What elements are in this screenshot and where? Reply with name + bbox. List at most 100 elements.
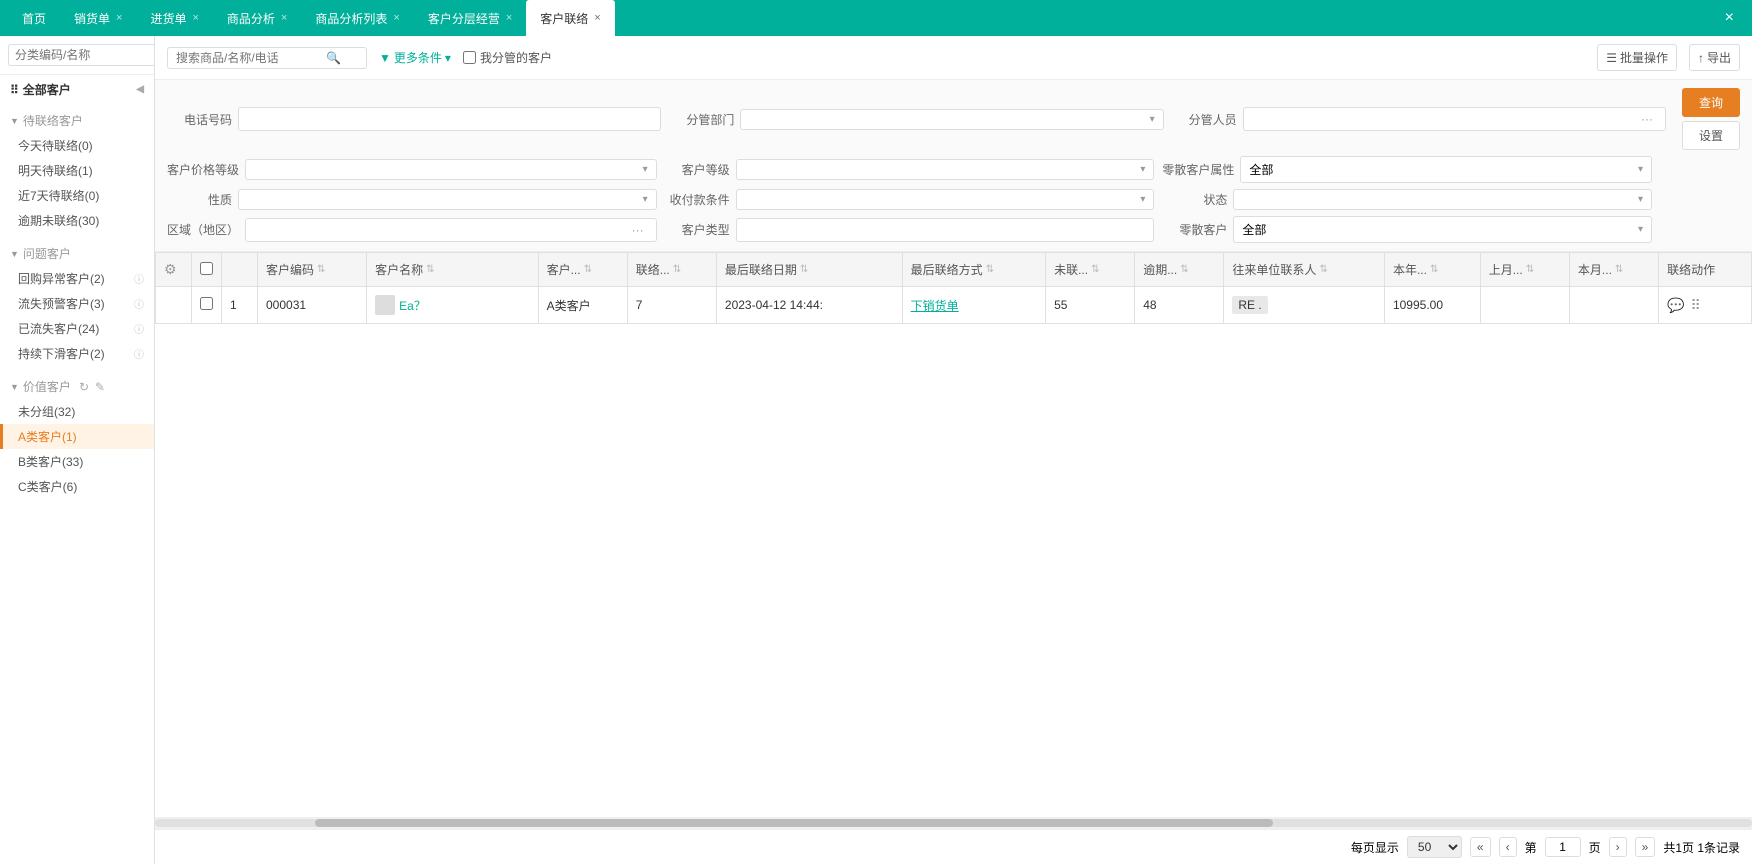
cell-checkbox	[192, 287, 222, 324]
customer-type-input[interactable]	[736, 218, 1155, 242]
nav-sales[interactable]: 销货单 ×	[60, 0, 136, 36]
nav-customer-tier[interactable]: 客户分层经营 ×	[414, 0, 526, 36]
sidebar-search-input[interactable]	[8, 44, 155, 66]
status-select[interactable]: ▾	[1233, 189, 1652, 210]
window-close-button[interactable]: ×	[1715, 9, 1744, 27]
sidebar-item-7days[interactable]: 近7天待联络(0)	[0, 183, 154, 208]
nav-customer-contact[interactable]: 客户联络 ×	[526, 0, 614, 36]
query-button[interactable]: 查询	[1682, 88, 1740, 117]
my-customers-check[interactable]	[463, 51, 476, 64]
filter-group-retail-customer: 零散客户 全部 ▾	[1162, 216, 1652, 243]
price-grade-select[interactable]: ▾	[245, 159, 657, 180]
next-page-btn[interactable]: ›	[1609, 837, 1627, 857]
last-page-btn[interactable]: »	[1635, 837, 1656, 857]
data-table-container: ⚙ 客户编码 ⇅	[155, 252, 1752, 817]
customer-name-text[interactable]: Ea？	[399, 297, 426, 314]
gear-icon[interactable]: ⚙	[164, 261, 177, 277]
person-select[interactable]: ···	[1243, 107, 1666, 131]
page-suffix: 页	[1589, 839, 1601, 856]
close-purchase-tab[interactable]: ×	[192, 12, 198, 24]
settings-button[interactable]: 设置	[1682, 121, 1740, 150]
retail-customer-select[interactable]: 全部 ▾	[1233, 216, 1652, 243]
export-button[interactable]: ↑ 导出	[1689, 44, 1740, 71]
col-code[interactable]: 客户编码 ⇅	[258, 253, 367, 287]
sidebar-group-pending-title[interactable]: ▼ 待联络客户	[0, 108, 154, 133]
col-no-contact[interactable]: 未联... ⇅	[1046, 253, 1135, 287]
first-page-btn[interactable]: «	[1470, 837, 1491, 857]
col-overdue[interactable]: 逾期... ⇅	[1135, 253, 1224, 287]
dots-icon-region[interactable]: ···	[628, 223, 648, 237]
triangle-icon-3: ▼	[10, 382, 19, 392]
main-search-icon[interactable]: 🔍	[326, 51, 341, 65]
my-customers-checkbox[interactable]: 我分管的客户	[463, 49, 552, 66]
nature-select[interactable]: ▾	[238, 189, 657, 210]
col-name[interactable]: 客户名称 ⇅	[367, 253, 538, 287]
col-unit-contact[interactable]: 往来单位联系人 ⇅	[1224, 253, 1385, 287]
nav-product-analysis[interactable]: 商品分析 ×	[213, 0, 301, 36]
chat-icon[interactable]: 💬	[1667, 297, 1684, 314]
sidebar-item-c-class[interactable]: C类客户(6)	[0, 474, 154, 499]
dept-select[interactable]: ▾	[740, 109, 1163, 130]
close-product-list-tab[interactable]: ×	[393, 12, 399, 24]
cell-seq: 1	[222, 287, 258, 324]
col-last-method[interactable]: 最后联络方式 ⇅	[902, 253, 1045, 287]
close-product-analysis-tab[interactable]: ×	[281, 12, 287, 24]
filter-group-region: 区域（地区） ···	[167, 218, 657, 242]
chevron-nature: ▾	[643, 194, 648, 205]
col-contact[interactable]: 联络... ⇅	[627, 253, 716, 287]
customer-grade-select[interactable]: ▾	[736, 159, 1155, 180]
col-this-year[interactable]: 本年... ⇅	[1384, 253, 1480, 287]
sidebar-item-repurchase-abnormal[interactable]: 回购异常客户(2) ⓘ	[0, 266, 154, 291]
sidebar-item-churned[interactable]: 已流失客户(24) ⓘ	[0, 316, 154, 341]
nav-purchase[interactable]: 进货单 ×	[136, 0, 212, 36]
nav-home[interactable]: 首页	[8, 0, 60, 36]
last-method-link[interactable]: 下销货单	[911, 299, 959, 313]
close-customer-contact-tab[interactable]: ×	[594, 12, 600, 24]
row-checkbox[interactable]	[200, 297, 213, 310]
sidebar-item-declining[interactable]: 持续下滑客户(2) ⓘ	[0, 341, 154, 366]
more-conditions-btn[interactable]: ▼ 更多条件 ▾	[379, 49, 451, 66]
main-search-input[interactable]	[176, 51, 326, 65]
close-customer-tier-tab[interactable]: ×	[506, 12, 512, 24]
sidebar-item-overdue[interactable]: 逾期未联络(30)	[0, 208, 154, 233]
chevron-retail-customer: ▾	[1638, 224, 1643, 235]
select-all-checkbox[interactable]	[200, 262, 213, 275]
sidebar-collapse-icon[interactable]: ◀	[136, 84, 144, 95]
edit-icon[interactable]: ✎	[95, 380, 105, 394]
page-number-input[interactable]	[1545, 837, 1581, 857]
total-records: 共1页 1条记录	[1663, 839, 1740, 856]
sidebar-all-customers[interactable]: ⠿ 全部客户 ◀	[0, 75, 154, 104]
prev-page-btn[interactable]: ‹	[1499, 837, 1517, 857]
col-last-date[interactable]: 最后联络日期 ⇅	[716, 253, 902, 287]
cell-this-year: 10995.00	[1384, 287, 1480, 324]
sidebar-item-churn-warning[interactable]: 流失预警客户(3) ⓘ	[0, 291, 154, 316]
sidebar-item-unclassified[interactable]: 未分组(32)	[0, 399, 154, 424]
info-icon-2: ⓘ	[134, 296, 144, 311]
batch-op-button[interactable]: ☰ 批量操作	[1597, 44, 1677, 71]
col-last-month[interactable]: 上月... ⇅	[1480, 253, 1569, 287]
sidebar-item-tomorrow[interactable]: 明天待联络(1)	[0, 158, 154, 183]
nav-product-list[interactable]: 商品分析列表 ×	[301, 0, 413, 36]
sidebar-group-problem-title[interactable]: ▼ 问题客户	[0, 241, 154, 266]
page-size-select[interactable]: 50 100 200	[1407, 836, 1462, 858]
triangle-icon: ▼	[10, 116, 19, 126]
phone-input[interactable]	[238, 107, 661, 131]
cell-overdue: 48	[1135, 287, 1224, 324]
more-icon[interactable]: ⠿	[1691, 297, 1701, 314]
region-select[interactable]: ···	[245, 218, 657, 242]
chevron-status: ▾	[1638, 194, 1643, 205]
dots-icon[interactable]: ···	[1637, 112, 1657, 126]
info-icon: ⓘ	[134, 271, 144, 286]
payment-select[interactable]: ▾	[736, 189, 1155, 210]
horizontal-scrollbar[interactable]	[155, 817, 1752, 829]
sidebar-item-b-class[interactable]: B类客户(33)	[0, 449, 154, 474]
retail-attr-select[interactable]: 全部 ▾	[1240, 156, 1652, 183]
sidebar-item-a-class[interactable]: A类客户(1)	[0, 424, 154, 449]
col-this-month[interactable]: 本月... ⇅	[1569, 253, 1658, 287]
refresh-icon[interactable]: ↻	[79, 380, 89, 394]
page-label: 第	[1525, 839, 1537, 856]
sidebar-group-value-title[interactable]: ▼ 价值客户 ↻ ✎	[0, 374, 154, 399]
col-type[interactable]: 客户... ⇅	[538, 253, 627, 287]
close-sales-tab[interactable]: ×	[116, 12, 122, 24]
sidebar-item-today[interactable]: 今天待联络(0)	[0, 133, 154, 158]
